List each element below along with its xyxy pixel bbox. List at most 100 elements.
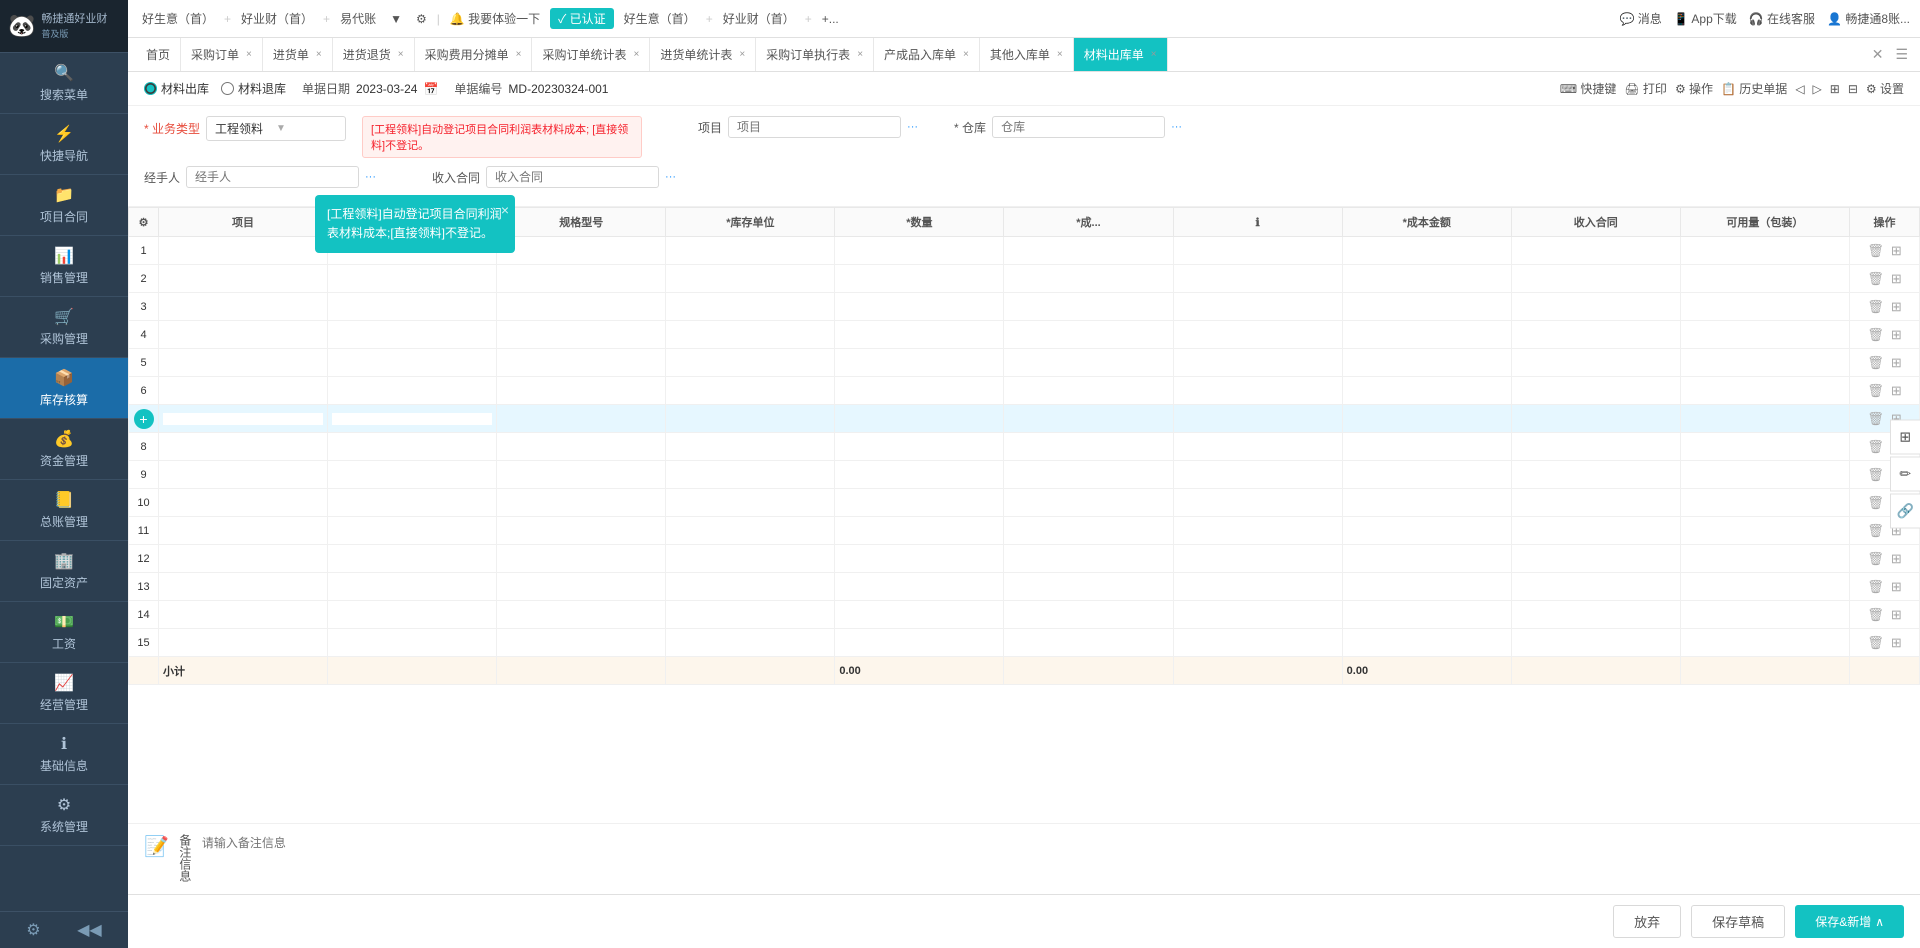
row-delete-10[interactable]: 🗑: [1867, 495, 1884, 510]
sidebar-item-经营管理[interactable]: 📈经营管理: [0, 663, 128, 724]
shortcut-btn[interactable]: ⌨ 快捷键: [1560, 80, 1617, 97]
tab-close-other-in[interactable]: ×: [1057, 49, 1063, 60]
sidebar-item-采购管理[interactable]: 🛒采购管理: [0, 297, 128, 358]
sidebar-settings-btn[interactable]: ⚙: [26, 920, 40, 940]
save-new-button[interactable]: 保存&新增 ∧: [1795, 905, 1904, 938]
row-delete-5[interactable]: 🗑: [1867, 355, 1884, 370]
tab-close-purchase-exec[interactable]: ×: [857, 49, 863, 60]
tab-material-out[interactable]: 材料出库单 ×: [1074, 38, 1168, 71]
row-delete-8[interactable]: 🗑: [1867, 439, 1884, 454]
row-delete-3[interactable]: 🗑: [1867, 299, 1884, 314]
topbar-link3[interactable]: 好业财（首）: [719, 10, 799, 27]
tooltip-close-btn[interactable]: ×: [501, 199, 509, 221]
row-copy-4[interactable]: ⊞: [1891, 327, 1902, 342]
topbar-more[interactable]: +...: [818, 12, 843, 26]
draft-button[interactable]: 保存草稿: [1691, 905, 1785, 938]
topbar-message[interactable]: 💬 消息: [1620, 10, 1662, 27]
topbar-haoshengyi[interactable]: 好生意（首）: [138, 10, 218, 27]
row-delete-11[interactable]: 🗑: [1867, 523, 1884, 538]
expand-btn[interactable]: ⊞: [1830, 82, 1840, 96]
sidebar-item-总账管理[interactable]: 📒总账管理: [0, 480, 128, 541]
topbar-yidaizhang[interactable]: 易代账: [336, 10, 380, 27]
collapse-btn[interactable]: ⊟: [1848, 82, 1858, 96]
tab-home[interactable]: 首页: [136, 38, 181, 71]
topbar-user[interactable]: 👤 畅捷通8账...: [1827, 10, 1910, 27]
right-toolbar-btn-2[interactable]: ✏: [1890, 457, 1920, 492]
warehouse-input[interactable]: [992, 116, 1165, 138]
row-copy-1[interactable]: ⊞: [1891, 243, 1902, 258]
row-delete-9[interactable]: 🗑: [1867, 467, 1884, 482]
discard-button[interactable]: 放弃: [1613, 905, 1681, 938]
row-delete-15[interactable]: 🗑: [1867, 635, 1884, 650]
topbar-link2[interactable]: 好生意（首）: [620, 10, 700, 27]
next-btn[interactable]: ▷: [1813, 82, 1822, 96]
settings-btn[interactable]: ⚙ 设置: [1866, 80, 1904, 97]
tabbar-close-all[interactable]: ✕: [1868, 44, 1888, 65]
sidebar-item-工资[interactable]: 💵工资: [0, 602, 128, 663]
tab-delivery-return[interactable]: 进货退货 ×: [333, 38, 415, 71]
tab-close-purchase-order[interactable]: ×: [246, 49, 252, 60]
sidebar-item-基础信息[interactable]: ℹ基础信息: [0, 724, 128, 785]
row-copy-15[interactable]: ⊞: [1891, 635, 1902, 650]
tab-close-delivery[interactable]: ×: [316, 49, 322, 60]
tab-close-product-in[interactable]: ×: [963, 49, 969, 60]
radio-material-return[interactable]: 材料退库: [221, 80, 286, 97]
row-copy-13[interactable]: ⊞: [1891, 579, 1902, 594]
topbar-experience[interactable]: 🔔 我要体验一下: [446, 10, 544, 27]
print-btn[interactable]: 🖨 打印: [1624, 80, 1667, 97]
calendar-icon[interactable]: 📅: [423, 82, 438, 96]
tab-delivery[interactable]: 进货单 ×: [263, 38, 333, 71]
right-toolbar-btn-3[interactable]: 🔗: [1890, 494, 1920, 529]
tab-close-purchase-fee[interactable]: ×: [516, 49, 522, 60]
row-copy-14[interactable]: ⊞: [1891, 607, 1902, 622]
row-delete-13[interactable]: 🗑: [1867, 579, 1884, 594]
row-copy-12[interactable]: ⊞: [1891, 551, 1902, 566]
warehouse-more-btn[interactable]: ···: [1171, 121, 1182, 133]
business-type-select[interactable]: 工程领料 ▼: [206, 116, 346, 141]
row-delete-1[interactable]: 🗑: [1867, 243, 1884, 258]
prev-btn[interactable]: ◁: [1795, 82, 1804, 96]
notes-input[interactable]: [202, 834, 1904, 884]
sidebar-item-系统管理[interactable]: ⚙系统管理: [0, 785, 128, 846]
row-project-input-7[interactable]: [163, 413, 323, 425]
history-btn[interactable]: 📋 历史单据: [1721, 80, 1787, 97]
tab-product-in[interactable]: 产成品入库单 ×: [874, 38, 980, 71]
row-delete-2[interactable]: 🗑: [1867, 271, 1884, 286]
row-delete-6[interactable]: 🗑: [1867, 383, 1884, 398]
row-delete-14[interactable]: 🗑: [1867, 607, 1884, 622]
topbar-online-service[interactable]: 🎧 在线客服: [1749, 10, 1815, 27]
topbar-haoyecai[interactable]: 好业财（首）: [237, 10, 317, 27]
income-contract-more-btn[interactable]: ···: [665, 171, 676, 183]
row-delete-12[interactable]: 🗑: [1867, 551, 1884, 566]
row-delete-4[interactable]: 🗑: [1867, 327, 1884, 342]
tab-delivery-stat[interactable]: 进货单统计表 ×: [650, 38, 756, 71]
sidebar-item-项目合同[interactable]: 📁项目合同: [0, 175, 128, 236]
tab-close-delivery-stat[interactable]: ×: [739, 49, 745, 60]
sidebar-item-快捷导航[interactable]: ⚡快捷导航: [0, 114, 128, 175]
tab-purchase-exec[interactable]: 采购订单执行表 ×: [756, 38, 874, 71]
row-delete-7[interactable]: 🗑: [1867, 411, 1884, 426]
sidebar-item-库存核算[interactable]: 📦库存核算: [0, 358, 128, 419]
topbar-dropdown[interactable]: ▼: [386, 12, 406, 26]
tabbar-menu[interactable]: ☰: [1891, 44, 1912, 65]
handler-input[interactable]: [186, 166, 359, 188]
row-copy-3[interactable]: ⊞: [1891, 299, 1902, 314]
row-copy-5[interactable]: ⊞: [1891, 355, 1902, 370]
row-copy-6[interactable]: ⊞: [1891, 383, 1902, 398]
tab-close-purchase-stat[interactable]: ×: [633, 49, 639, 60]
tab-purchase-fee[interactable]: 采购费用分摊单 ×: [415, 38, 533, 71]
sidebar-item-固定资产[interactable]: 🏢固定资产: [0, 541, 128, 602]
row-material-input-7[interactable]: [332, 413, 492, 425]
row-copy-2[interactable]: ⊞: [1891, 271, 1902, 286]
add-row-btn[interactable]: +: [134, 409, 154, 429]
tab-other-in[interactable]: 其他入库单 ×: [980, 38, 1074, 71]
tab-close-material-out[interactable]: ×: [1151, 49, 1157, 60]
handler-more-btn[interactable]: ···: [365, 171, 376, 183]
sidebar-collapse-btn[interactable]: ◀◀: [77, 920, 102, 940]
radio-material-out[interactable]: 材料出库: [144, 80, 209, 97]
sidebar-item-资金管理[interactable]: 💰资金管理: [0, 419, 128, 480]
project-input[interactable]: [728, 116, 901, 138]
project-more-btn[interactable]: ···: [907, 121, 918, 133]
topbar-settings-icon[interactable]: ⚙: [412, 12, 431, 26]
tab-close-delivery-return[interactable]: ×: [398, 49, 404, 60]
